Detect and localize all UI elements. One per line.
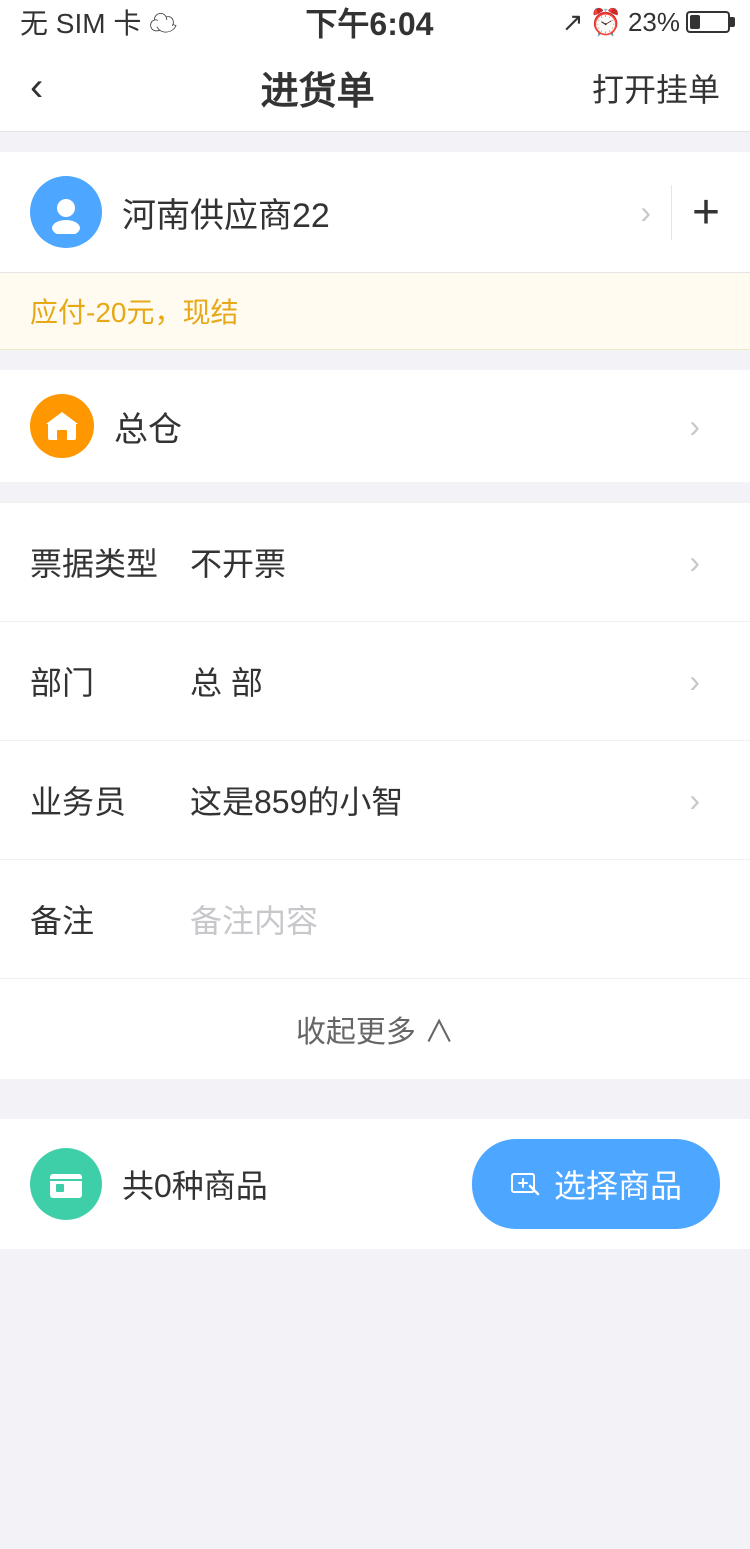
back-button[interactable]: ‹ [30,65,43,110]
collapse-button[interactable]: 收起更多 ∧ [0,978,750,1079]
gap-1 [0,132,750,152]
sim-signal: 无 SIM 卡 ☁ [20,2,177,42]
location-icon: ↗ [562,7,584,38]
select-product-button[interactable]: 选择商品 [472,1139,720,1229]
form-section: 票据类型 不开票 › 部门 总 部 › 业务员 这是859的小智 › 备注 备注… [0,502,750,1079]
warehouse-chevron-icon: › [689,408,700,445]
supplier-avatar [30,176,102,248]
status-bar: 无 SIM 卡 ☁ 下午6:04 ↗ ⏰ 23% [0,0,750,44]
gap-4 [0,1079,750,1099]
add-supplier-button[interactable]: + [671,185,720,240]
notice-text: 应付-20元，现结 [30,297,238,328]
supplier-row[interactable]: 河南供应商22 › + [0,152,750,273]
notice-bar: 应付-20元，现结 [0,273,750,350]
supplier-name: 河南供应商22 [122,188,640,237]
invoice-type-row[interactable]: 票据类型 不开票 › [0,502,750,621]
gap-3 [0,482,750,502]
nav-bar: ‹ 进货单 打开挂单 [0,44,750,132]
remark-row[interactable]: 备注 备注内容 [0,859,750,978]
warehouse-row[interactable]: 总仓 › [0,370,750,482]
battery-percent: 23% [628,7,680,38]
invoice-value: 不开票 [190,539,689,585]
warehouse-icon [30,394,94,458]
department-value: 总 部 [190,658,689,704]
product-count-text: 共0种商品 [122,1161,472,1207]
warehouse-section: 总仓 › [0,370,750,482]
salesman-row[interactable]: 业务员 这是859的小智 › [0,740,750,859]
bottom-bar: 共0种商品 选择商品 [0,1119,750,1249]
rest-area [0,1249,750,1549]
remark-label: 备注 [30,896,190,942]
salesman-label: 业务员 [30,777,190,823]
supplier-chevron-icon: › [640,194,651,231]
department-label: 部门 [30,658,190,704]
page-title: 进货单 [261,60,375,115]
warehouse-name: 总仓 [114,402,689,451]
status-time: 下午6:04 [305,0,433,45]
alarm-icon: ⏰ [590,7,622,38]
invoice-label: 票据类型 [30,539,190,585]
select-product-label: 选择商品 [554,1161,682,1207]
department-row[interactable]: 部门 总 部 › [0,621,750,740]
remark-input[interactable]: 备注内容 [190,896,720,942]
status-left: 无 SIM 卡 ☁ [20,2,177,42]
salesman-chevron-icon: › [689,782,700,819]
battery-icon [686,11,730,33]
salesman-value: 这是859的小智 [190,777,689,823]
invoice-chevron-icon: › [689,544,700,581]
status-right: ↗ ⏰ 23% [562,7,730,38]
supplier-section: 河南供应商22 › + 应付-20元，现结 [0,152,750,350]
product-icon-wrap [30,1148,102,1220]
department-chevron-icon: › [689,663,700,700]
open-pending-button[interactable]: 打开挂单 [592,65,720,111]
collapse-label: 收起更多 ∧ [296,1016,454,1049]
gap-2 [0,350,750,370]
